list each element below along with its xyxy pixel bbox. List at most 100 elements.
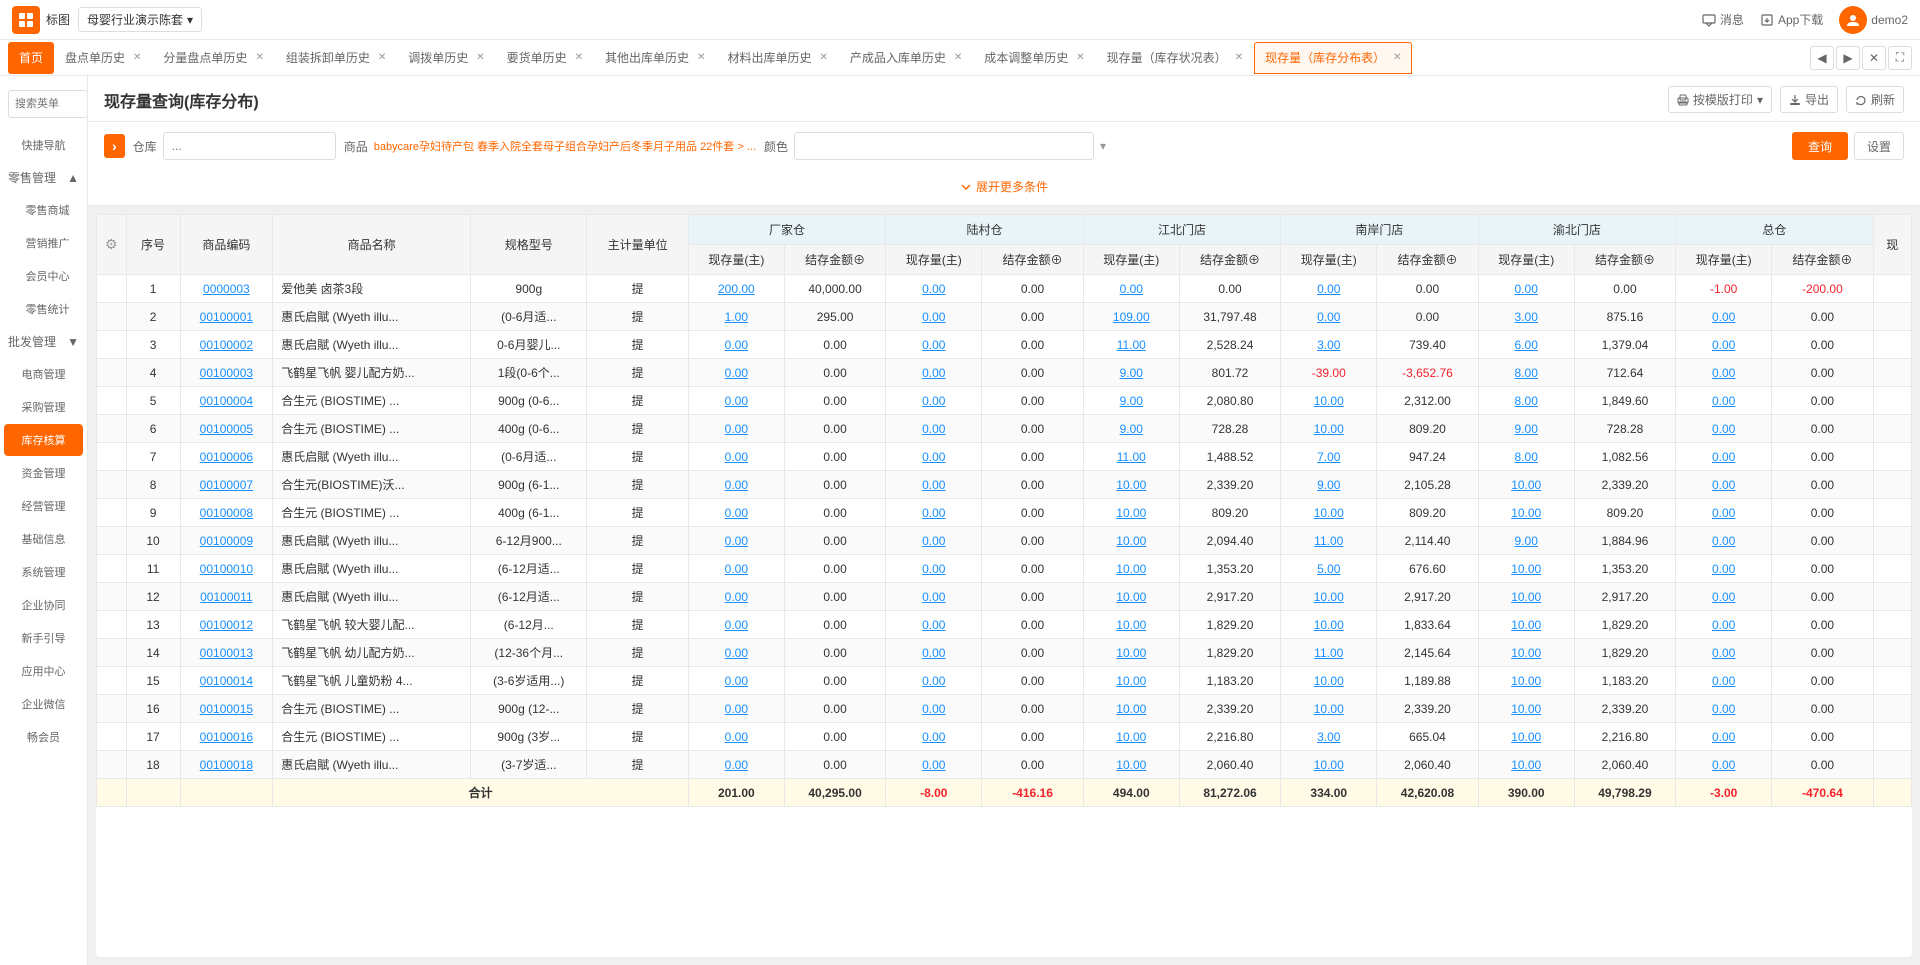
row-changjiacao-cur[interactable]: 0.00 [688, 527, 784, 555]
row-lucun-cur[interactable]: 0.00 [886, 275, 982, 303]
filter-warehouse-input[interactable] [163, 132, 336, 160]
user-info[interactable]: demo2 [1839, 6, 1908, 34]
row-total-cur[interactable]: 0.00 [1676, 471, 1772, 499]
search-input[interactable] [8, 90, 88, 118]
row-lucun-cur[interactable]: 0.00 [886, 303, 982, 331]
row-nanan-cur[interactable]: 3.00 [1281, 723, 1377, 751]
row-total-cur[interactable]: 0.00 [1676, 359, 1772, 387]
sidebar-item-system[interactable]: 系统管理 [4, 556, 83, 588]
row-lucun-cur[interactable]: 0.00 [886, 471, 982, 499]
tab-transfer-close[interactable]: ✕ [476, 52, 484, 63]
row-lucun-cur[interactable]: 0.00 [886, 443, 982, 471]
row-lucun-cur[interactable]: 0.00 [886, 359, 982, 387]
sidebar-item-new-guide[interactable]: 新手引导 [4, 622, 83, 654]
setting-button[interactable]: 设置 [1854, 132, 1904, 160]
row-changjiacao-cur[interactable]: 1.00 [688, 303, 784, 331]
search-button[interactable]: 查询 [1792, 132, 1848, 160]
sidebar-item-inventory[interactable]: 库存核算 [4, 424, 83, 456]
tab-product-in-close[interactable]: ✕ [954, 52, 962, 63]
row-lucun-cur[interactable]: 0.00 [886, 499, 982, 527]
print-btn[interactable]: 按模版打印 ▾ [1668, 86, 1772, 113]
tab-next-btn[interactable]: ▶ [1836, 46, 1860, 70]
row-jiangbei-cur[interactable]: 10.00 [1083, 583, 1179, 611]
row-changjiacao-cur[interactable]: 0.00 [688, 471, 784, 499]
sidebar-item-finance[interactable]: 资金管理 [4, 457, 83, 489]
row-nanan-cur[interactable]: 10.00 [1281, 415, 1377, 443]
row-total-cur[interactable]: 0.00 [1676, 695, 1772, 723]
row-changjiacao-cur[interactable]: 0.00 [688, 331, 784, 359]
tab-stock-dist[interactable]: 现存量（库存分布表） ✕ [1254, 42, 1412, 74]
row-jiangbei-cur[interactable]: 0.00 [1083, 275, 1179, 303]
row-lucun-cur[interactable]: 0.00 [886, 583, 982, 611]
row-changjiacao-cur[interactable]: 0.00 [688, 611, 784, 639]
row-yubei-cur[interactable]: 10.00 [1478, 639, 1574, 667]
tab-material-out-close[interactable]: ✕ [819, 52, 827, 63]
tab-disassemble[interactable]: 组装拆卸单历史 ✕ [275, 42, 397, 74]
org-selector[interactable]: 母婴行业演示陈套 ▾ [78, 7, 202, 32]
row-lucun-cur[interactable]: 0.00 [886, 723, 982, 751]
row-yubei-cur[interactable]: 9.00 [1478, 415, 1574, 443]
row-jiangbei-cur[interactable]: 10.00 [1083, 751, 1179, 779]
row-nanan-cur[interactable]: 10.00 [1281, 387, 1377, 415]
row-jiangbei-cur[interactable]: 109.00 [1083, 303, 1179, 331]
tab-cost-adjust[interactable]: 成本调整单历史 ✕ [973, 42, 1095, 74]
row-total-cur[interactable]: 0.00 [1676, 667, 1772, 695]
row-yubei-cur[interactable]: 10.00 [1478, 667, 1574, 695]
row-yubei-cur[interactable]: 9.00 [1478, 527, 1574, 555]
row-lucun-cur[interactable]: 0.00 [886, 667, 982, 695]
row-total-cur[interactable]: -1.00 [1676, 275, 1772, 303]
row-jiangbei-cur[interactable]: 11.00 [1083, 443, 1179, 471]
row-lucun-cur[interactable]: 0.00 [886, 415, 982, 443]
row-jiangbei-cur[interactable]: 10.00 [1083, 499, 1179, 527]
row-total-cur[interactable]: 0.00 [1676, 387, 1772, 415]
tab-other-out[interactable]: 其他出库单历史 ✕ [594, 42, 716, 74]
row-lucun-cur[interactable]: 0.00 [886, 387, 982, 415]
row-nanan-cur[interactable]: 5.00 [1281, 555, 1377, 583]
row-yubei-cur[interactable]: 10.00 [1478, 499, 1574, 527]
tab-stock-dist-close[interactable]: ✕ [1393, 52, 1401, 63]
row-total-cur[interactable]: 0.00 [1676, 751, 1772, 779]
sidebar-item-enterprise[interactable]: 企业协同 [4, 589, 83, 621]
row-yubei-cur[interactable]: 10.00 [1478, 751, 1574, 779]
sidebar-item-app-center[interactable]: 应用中心 [4, 655, 83, 687]
tab-close-all-btn[interactable]: ✕ [1862, 46, 1886, 70]
row-jiangbei-cur[interactable]: 11.00 [1083, 331, 1179, 359]
row-lucun-cur[interactable]: 0.00 [886, 751, 982, 779]
row-yubei-cur[interactable]: 8.00 [1478, 443, 1574, 471]
row-changjiacao-cur[interactable]: 0.00 [688, 723, 784, 751]
row-yubei-cur[interactable]: 10.00 [1478, 723, 1574, 751]
tab-disassemble-close[interactable]: ✕ [378, 52, 386, 63]
row-jiangbei-cur[interactable]: 10.00 [1083, 667, 1179, 695]
row-yubei-cur[interactable]: 6.00 [1478, 331, 1574, 359]
sidebar-item-member-sys[interactable]: 畅会员 [4, 721, 83, 753]
row-lucun-cur[interactable]: 0.00 [886, 331, 982, 359]
sidebar-item-ecommerce[interactable]: 电商管理 [4, 358, 83, 390]
row-total-cur[interactable]: 0.00 [1676, 331, 1772, 359]
row-nanan-cur[interactable]: -39.00 [1281, 359, 1377, 387]
tab-product-in[interactable]: 产成品入库单历史 ✕ [839, 42, 973, 74]
row-changjiacao-cur[interactable]: 0.00 [688, 751, 784, 779]
row-total-cur[interactable]: 0.00 [1676, 443, 1772, 471]
row-yubei-cur[interactable]: 8.00 [1478, 387, 1574, 415]
export-btn[interactable]: 导出 [1780, 86, 1838, 113]
tab-stock-status[interactable]: 现存量（库存状况表） ✕ [1096, 42, 1254, 74]
row-nanan-cur[interactable]: 7.00 [1281, 443, 1377, 471]
filter-color-input[interactable] [794, 132, 1094, 160]
row-changjiacao-cur[interactable]: 0.00 [688, 695, 784, 723]
row-total-cur[interactable]: 0.00 [1676, 555, 1772, 583]
tab-partial-stocktake-close[interactable]: ✕ [255, 52, 263, 63]
row-lucun-cur[interactable]: 0.00 [886, 555, 982, 583]
row-changjiacao-cur[interactable]: 0.00 [688, 359, 784, 387]
row-yubei-cur[interactable]: 10.00 [1478, 471, 1574, 499]
row-total-cur[interactable]: 0.00 [1676, 583, 1772, 611]
row-changjiacao-cur[interactable]: 0.00 [688, 443, 784, 471]
row-jiangbei-cur[interactable]: 9.00 [1083, 415, 1179, 443]
row-total-cur[interactable]: 0.00 [1676, 303, 1772, 331]
row-nanan-cur[interactable]: 0.00 [1281, 303, 1377, 331]
tab-expand-btn[interactable]: ⛶ [1888, 46, 1912, 70]
row-changjiacao-cur[interactable]: 0.00 [688, 667, 784, 695]
row-yubei-cur[interactable]: 10.00 [1478, 555, 1574, 583]
row-nanan-cur[interactable]: 0.00 [1281, 275, 1377, 303]
row-changjiacao-cur[interactable]: 0.00 [688, 499, 784, 527]
tab-requisition-close[interactable]: ✕ [575, 52, 583, 63]
